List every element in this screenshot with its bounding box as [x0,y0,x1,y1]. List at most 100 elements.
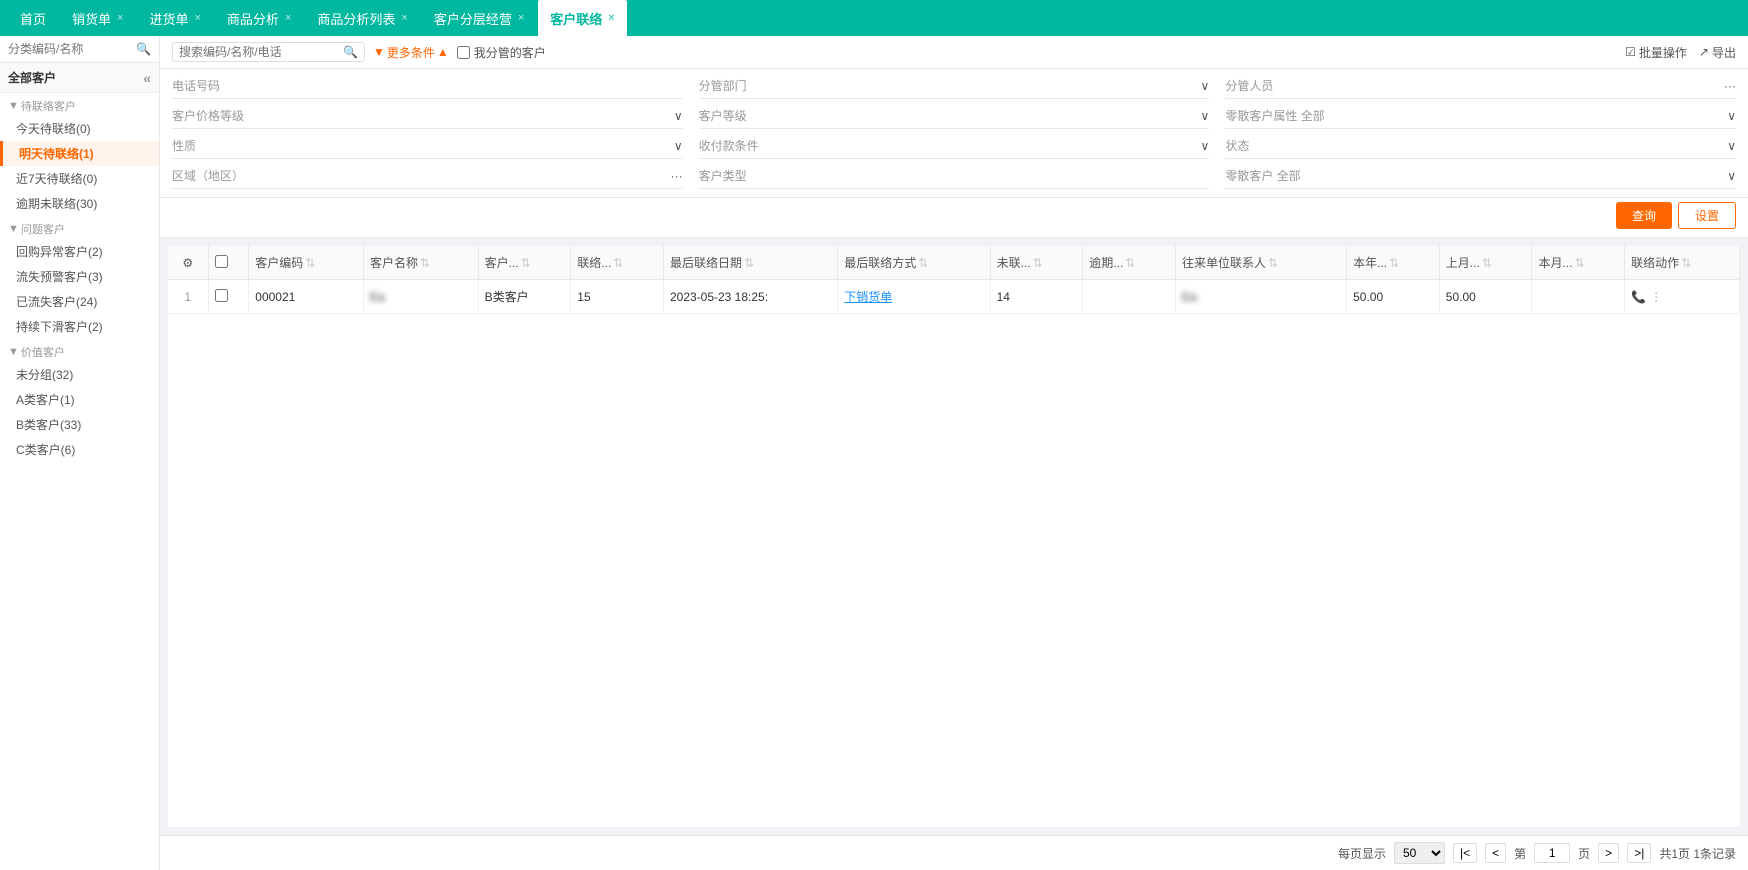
export-btn[interactable]: ↗ 导出 [1699,44,1736,61]
filter-status-label: 状态 [1225,137,1295,154]
table-cell-0-14[interactable]: 📞⋮ [1625,280,1740,314]
nav-item-进货单[interactable]: 进货单× [137,0,212,36]
sort-icon-7[interactable]: ⇅ [918,256,928,270]
nav-item-商品分析列表[interactable]: 商品分析列表× [305,0,419,36]
last-contact-method-link[interactable]: 下销货单 [844,290,892,304]
table-cell-0-1 [208,280,249,314]
filter-manager: 分管人员 ··· [1225,77,1736,99]
close-tab-icon[interactable]: × [117,12,123,24]
action-call-icon[interactable]: 📞 [1631,290,1646,304]
close-tab-icon[interactable]: × [608,12,614,24]
sidebar-item-回购异常客户(2)[interactable]: 回购异常客户(2) [0,239,159,264]
row-checkbox[interactable] [215,289,228,302]
close-tab-icon[interactable]: × [194,12,200,24]
query-button[interactable]: 查询 [1616,202,1672,229]
sidebar-item-流失预警客户(3)[interactable]: 流失预警客户(3) [0,264,159,289]
batch-op-btn[interactable]: ☑ 批量操作 [1625,44,1687,61]
filter-retail-attr-select[interactable]: ∨ [1331,109,1736,123]
nav-item-销货单[interactable]: 销货单× [60,0,135,36]
nav-item-客户联络[interactable]: 客户联络× [538,0,626,36]
sidebar-search-input[interactable] [8,42,132,56]
close-tab-icon[interactable]: × [518,12,524,24]
sidebar-item-已流失客户(24)[interactable]: 已流失客户(24) [0,289,159,314]
data-table: ⚙客户编码⇅客户名称⇅客户...⇅联络...⇅最后联络日期⇅最后联络方式⇅未联.… [168,246,1740,314]
prev-page-btn[interactable]: < [1485,843,1506,863]
nav-item-首页[interactable]: 首页 [8,0,58,36]
close-tab-icon[interactable]: × [285,12,291,24]
sidebar-item-C类客户(6)[interactable]: C类客户(6) [0,437,159,462]
sort-icon-6[interactable]: ⇅ [744,256,754,270]
col-header-9: 逾期...⇅ [1083,246,1176,280]
table-body: 1000021EaB类客户152023-05-23 18:25:下销货单14Ea… [168,280,1740,314]
filter-manager-input[interactable]: ··· [1301,79,1736,93]
triangle-icon: ▼ [8,223,19,235]
sort-icon-8[interactable]: ⇅ [1033,256,1043,270]
sort-icon-3[interactable]: ⇅ [420,256,430,270]
my-customers-checkbox[interactable] [457,46,470,59]
all-customers-header[interactable]: 全部客户 « [0,63,159,93]
sort-icon-4[interactable]: ⇅ [521,256,531,270]
col-header-7: 最后联络方式⇅ [838,246,990,280]
sidebar-item-今天待联络(0)[interactable]: 今天待联络(0) [0,116,159,141]
more-filter-label: 更多条件 [387,44,435,61]
filter-status: 状态 ∨ [1225,137,1736,159]
sort-icon-13[interactable]: ⇅ [1575,256,1585,270]
sidebar-search-icon[interactable]: 🔍 [136,42,151,56]
more-filter-btn[interactable]: ▼ 更多条件 ▲ [373,44,449,61]
table-cell-0-6: 2023-05-23 18:25: [663,280,837,314]
settings-icon[interactable]: ⚙ [182,256,193,270]
filter-dept-label: 分管部门 [699,77,769,94]
nav-item-客户分层经营[interactable]: 客户分层经营× [422,0,536,36]
table-cell-0-13 [1532,280,1625,314]
filter-dept-select[interactable]: ∨ [775,79,1210,93]
set-button[interactable]: 设置 [1678,202,1736,229]
sidebar-item-逾期未联络(30)[interactable]: 逾期未联络(30) [0,191,159,216]
sidebar-item-A类客户(1)[interactable]: A类客户(1) [0,387,159,412]
collapse-icon[interactable]: « [143,70,151,86]
filter-customer-level-select[interactable]: ∨ [775,109,1210,123]
filter-payment-select[interactable]: ∨ [775,139,1210,153]
col-header-1 [208,246,249,280]
filter-nature-select[interactable]: ∨ [248,139,683,153]
nav-item-商品分析[interactable]: 商品分析× [215,0,303,36]
sort-icon-14[interactable]: ⇅ [1681,256,1691,270]
more-manager-icon: ··· [1724,79,1736,93]
filter-status-select[interactable]: ∨ [1301,139,1736,153]
page-size-select[interactable]: 50 100 [1394,842,1445,864]
sidebar-item-持续下滑客户(2)[interactable]: 持续下滑客户(2) [0,314,159,339]
search-icon[interactable]: 🔍 [343,45,358,59]
filter-retail-customer-select[interactable]: ∨ [1307,169,1736,183]
sidebar-item-未分组(32)[interactable]: 未分组(32) [0,362,159,387]
export-label: 导出 [1712,44,1736,61]
page-number-input[interactable] [1534,843,1570,863]
sidebar-item-B类客户(33)[interactable]: B类客户(33) [0,412,159,437]
filter-price-level-select[interactable]: ∨ [250,109,683,123]
sort-icon-12[interactable]: ⇅ [1482,256,1492,270]
sort-icon-11[interactable]: ⇅ [1389,256,1399,270]
first-page-btn[interactable]: |< [1453,843,1477,863]
last-page-btn[interactable]: >| [1627,843,1651,863]
search-input-wrap: 🔍 [172,42,365,62]
table-cell-0-0: 1 [168,280,208,314]
sidebar-item-近7天待联络(0)[interactable]: 近7天待联络(0) [0,166,159,191]
my-customers-wrap[interactable]: 我分管的客户 [457,44,546,61]
sort-icon-9[interactable]: ⇅ [1125,256,1135,270]
table-cell-0-8: 14 [990,280,1083,314]
chevron-payment-icon: ∨ [1201,139,1210,153]
sidebar-item-明天待联络(1)[interactable]: 明天待联络(1) [0,141,159,166]
filter-region-input[interactable]: ··· [250,169,683,183]
sort-icon-2[interactable]: ⇅ [305,256,315,270]
search-input[interactable] [179,45,339,59]
table-cell-0-11: 50.00 [1347,280,1440,314]
filter-manager-label: 分管人员 [1225,77,1295,94]
filter-panel: 电话号码 分管部门 ∨ 分管人员 ··· 客户价格等级 ∨ 客户等级 ∨ 零散客… [160,69,1748,198]
close-tab-icon[interactable]: × [401,12,407,24]
select-all-checkbox[interactable] [215,255,228,268]
next-page-btn[interactable]: > [1598,843,1619,863]
sort-icon-5[interactable]: ⇅ [613,256,623,270]
action-more-icon[interactable]: ⋮ [1650,290,1662,304]
sort-icon-10[interactable]: ⇅ [1268,256,1278,270]
col-header-13: 本月...⇅ [1532,246,1625,280]
filter-price-level: 客户价格等级 ∨ [172,107,683,129]
col-header-14: 联络动作⇅ [1625,246,1740,280]
